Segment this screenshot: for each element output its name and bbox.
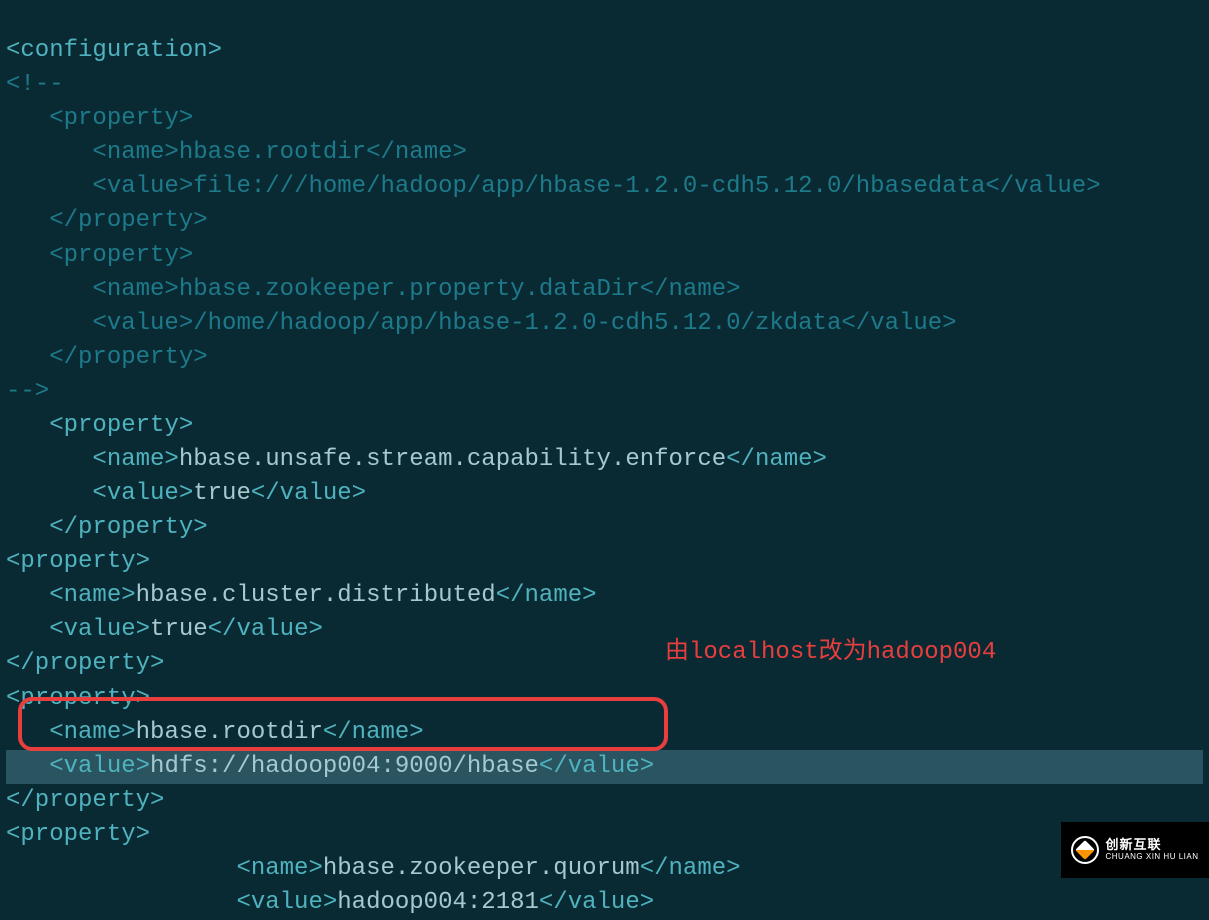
- code-line: <property>: [6, 412, 193, 439]
- code-line: <name>hbase.unsafe.stream.capability.enf…: [6, 446, 827, 473]
- code-line: </property>: [6, 787, 164, 814]
- watermark-icon: [1071, 836, 1099, 864]
- watermark-logo: 创新互联 CHUANG XIN HU LIAN: [1061, 822, 1209, 878]
- comment-line: <name>hbase.zookeeper.property.dataDir</…: [6, 276, 741, 303]
- watermark-text: 创新互联 CHUANG XIN HU LIAN: [1105, 838, 1198, 861]
- code-line: <name>hbase.cluster.distributed</name>: [6, 582, 597, 609]
- comment-line: </property>: [6, 344, 208, 371]
- code-line: <property>: [6, 685, 150, 712]
- annotation-text: 由localhost改为hadoop004: [665, 636, 996, 670]
- comment-line: <name>hbase.rootdir</name>: [6, 139, 467, 166]
- comment-line: <value>file:///home/hadoop/app/hbase-1.2…: [6, 173, 1101, 200]
- tag-configuration: <configuration>: [6, 37, 222, 64]
- highlighted-line: <value>hdfs://hadoop004:9000/hbase</valu…: [6, 750, 1203, 784]
- comment-close: -->: [6, 378, 49, 405]
- code-line: </property>: [6, 650, 164, 677]
- code-line: <value>hadoop004:2181</value>: [6, 889, 654, 916]
- code-line: <name>hbase.rootdir</name>: [6, 719, 424, 746]
- comment-line: <value>/home/hadoop/app/hbase-1.2.0-cdh5…: [6, 310, 957, 337]
- code-line: </property>: [6, 514, 208, 541]
- code-block: <configuration> <!-- <property> <name>hb…: [0, 0, 1209, 920]
- comment-line: </property>: [6, 207, 208, 234]
- code-line: <value>true</value>: [6, 480, 366, 507]
- comment-open: <!--: [6, 71, 64, 98]
- code-line: <property>: [6, 548, 150, 575]
- code-line: <value>true</value>: [6, 616, 323, 643]
- comment-line: <property>: [6, 242, 193, 269]
- comment-line: <property>: [6, 105, 193, 132]
- code-line: <property>: [6, 821, 150, 848]
